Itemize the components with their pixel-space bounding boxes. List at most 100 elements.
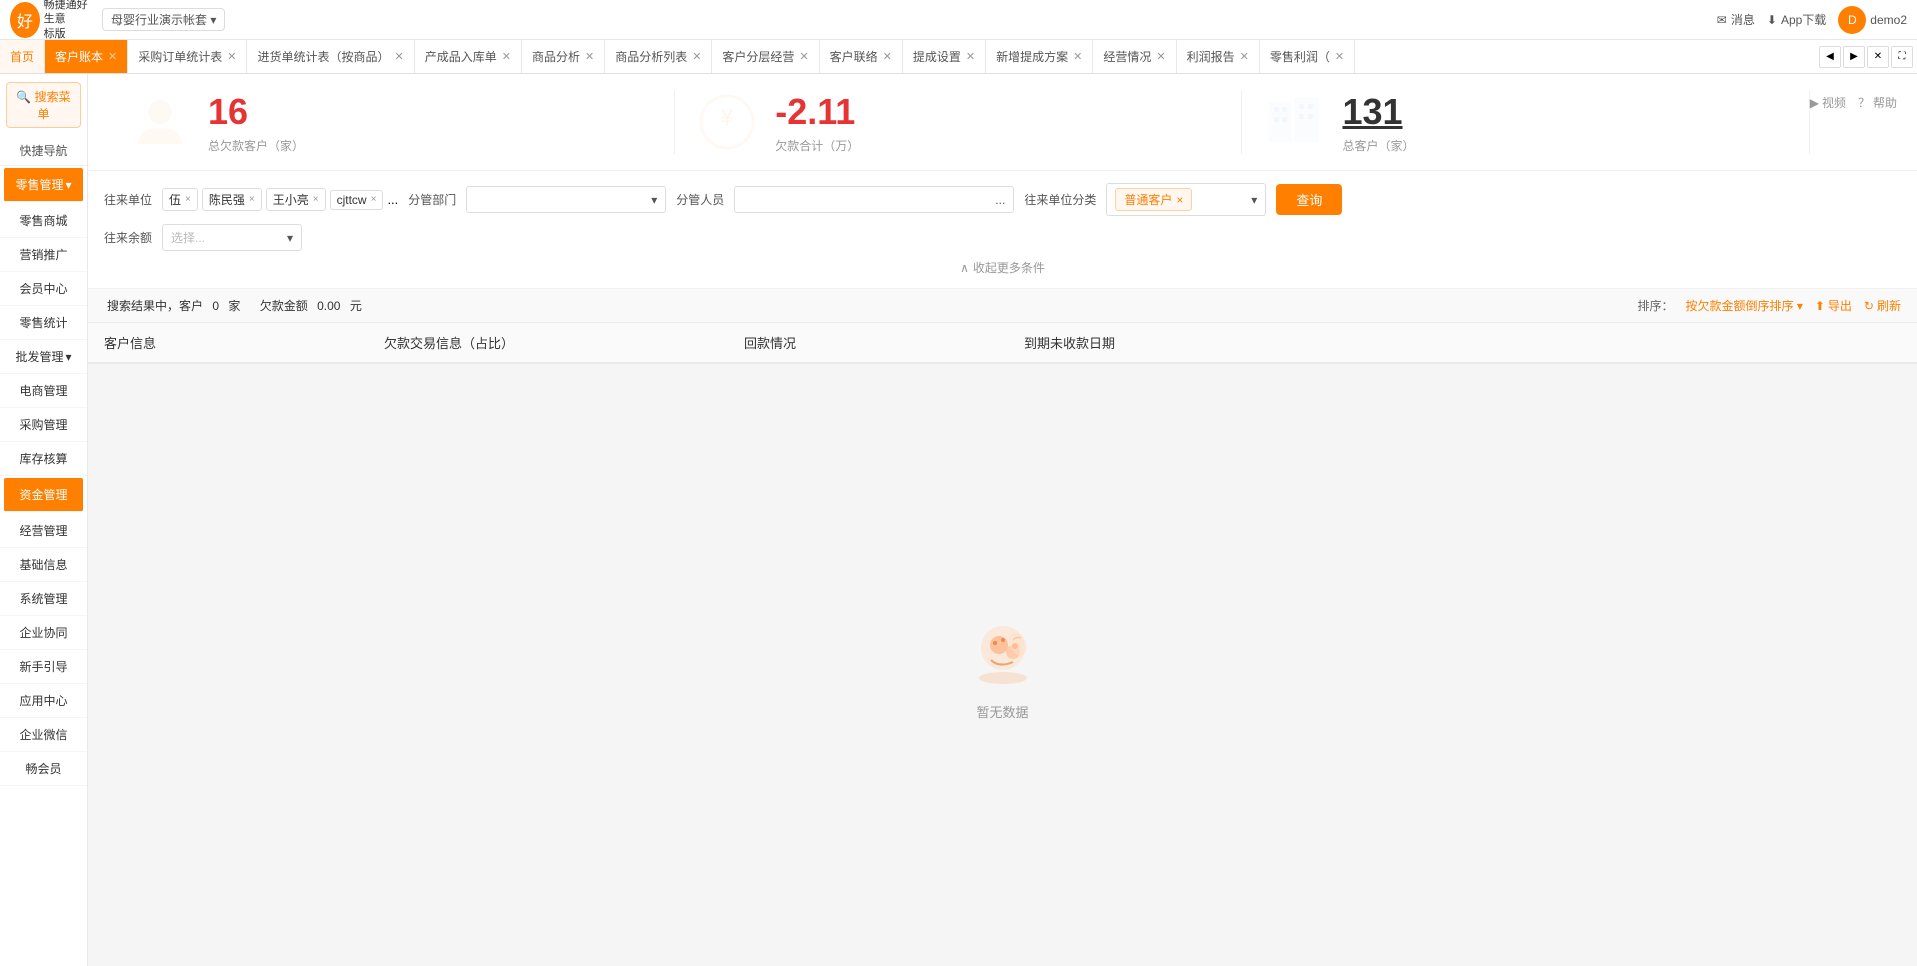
sidebar-item-operations-mgmt[interactable]: 经营管理 [0,514,87,548]
close-tag-cjttcw[interactable]: × [371,194,377,205]
unit-filter-label: 往来单位 [104,191,152,208]
close-tab-operations[interactable]: ✕ [1156,50,1165,63]
tab-customer-layer[interactable]: 客户分层经营 ✕ [712,40,819,74]
close-unit-category[interactable]: × [1176,193,1183,207]
export-btn[interactable]: ⬆ 导出 [1815,297,1852,314]
query-button[interactable]: 查询 [1276,184,1342,215]
sidebar-item-retail[interactable]: 零售管理 ▾ [4,168,83,202]
close-tab-product-entry[interactable]: ✕ [502,50,511,63]
tab-operations[interactable]: 经营情况 ✕ [1093,40,1176,74]
tab-home[interactable]: 首页 [0,40,45,74]
dept-filter-select[interactable]: ▾ [466,186,666,213]
tab-profit-report[interactable]: 利润报告 ✕ [1177,40,1260,74]
top-right-area: ✉ 消息 ⬇ App下载 D demo2 [1717,6,1907,34]
tab-customer-contact[interactable]: 客户联络 ✕ [820,40,903,74]
nav-prev-btn[interactable]: ◀ [1819,46,1841,68]
help-btn[interactable]: ？ 帮助 [1858,94,1897,111]
close-tab-purchase-order[interactable]: ✕ [227,50,236,63]
tab-product-entry[interactable]: 产成品入库单 ✕ [415,40,522,74]
sidebar-item-inventory[interactable]: 库存核算 [0,442,87,476]
close-tag-wang[interactable]: × [313,194,319,205]
nav-tabs-end: ◀ ▶ ✕ ⛶ [1819,46,1917,68]
refresh-btn[interactable]: ↻ 刷新 [1864,297,1901,314]
tab-accounts[interactable]: 客户账本 ✕ [45,40,128,74]
filter-section: 往来单位 伍 × 陈民强 × 王小亮 × cjttcw [88,171,1917,289]
nav-close-all-btn[interactable]: ✕ [1867,46,1889,68]
tab-product-analysis-list[interactable]: 商品分析列表 ✕ [605,40,712,74]
col-header-due-date: 到期未收款日期 [1024,333,1901,352]
sidebar-item-ecommerce[interactable]: 电商管理 [0,374,87,408]
tab-new-promotion[interactable]: 新增提成方案 ✕ [986,40,1093,74]
ellipsis-icon: ... [995,193,1005,207]
nav-fullscreen-btn[interactable]: ⛶ [1891,46,1913,68]
unit-category-label: 往来单位分类 [1024,191,1096,208]
stat-value-debt: -2.11 [775,91,859,133]
chevron-down-icon-dept: ▾ [651,193,657,207]
remainder-filter-select[interactable]: 选择... ▾ [162,224,302,251]
sidebar-item-members[interactable]: 会员中心 [0,272,87,306]
download-icon: ⬇ [1767,13,1777,27]
sidebar: 🔍 搜索菜单 快捷导航 零售管理 ▾ 零售商城 营销推广 会员中心 零售统计 批… [0,74,88,966]
tags-more-btn[interactable]: ... [387,192,398,207]
filter-tag-wu: 伍 × [162,188,198,211]
tab-purchase-stat[interactable]: 进货单统计表（按商品） ✕ [247,40,414,74]
user-menu[interactable]: D demo2 [1838,6,1907,34]
search-result-text: 搜索结果中，客户 0 家 欠款金额 0.00 元 [104,297,365,314]
sidebar-item-basic-info[interactable]: 基础信息 [0,548,87,582]
sidebar-item-app-center[interactable]: 应用中心 [0,684,87,718]
collapse-filter-btn[interactable]: ∧ 收起更多条件 [960,259,1045,276]
stat-card-units: 131 总客户（家） [1242,90,1809,154]
close-tag-wu[interactable]: × [185,194,191,205]
nav-next-btn[interactable]: ▶ [1843,46,1865,68]
sidebar-item-marketing[interactable]: 营销推广 [0,238,87,272]
video-help-btn[interactable]: ▶ 视频 [1810,94,1846,111]
nav-tabs-bar: 首页 客户账本 ✕ 采购订单统计表 ✕ 进货单统计表（按商品） ✕ 产成品入库单… [0,40,1917,74]
person-filter-select[interactable]: ... [734,186,1014,213]
search-result-row: 搜索结果中，客户 0 家 欠款金额 0.00 元 排序： 按欠款金额倒序排序 ▾… [88,289,1917,323]
sidebar-item-retail-stats[interactable]: 零售统计 [0,306,87,340]
sidebar-item-enterprise-wechat[interactable]: 企业微信 [0,718,87,752]
logo-area: 好 畅捷通好生意 标版 [10,0,98,41]
unit-category-select[interactable]: 普通客户 × ▾ [1106,183,1266,216]
sidebar-item-retail-shop[interactable]: 零售商城 [0,204,87,238]
close-tab-retail-profit[interactable]: ✕ [1335,50,1344,63]
export-icon: ⬆ [1815,299,1825,313]
search-icon: 🔍 [16,90,31,104]
sidebar-item-system[interactable]: 系统管理 [0,582,87,616]
close-tab-customer-layer[interactable]: ✕ [799,50,808,63]
tab-product-analysis[interactable]: 商品分析 ✕ [522,40,605,74]
close-tag-chen[interactable]: × [249,194,255,205]
close-tab-new-promotion[interactable]: ✕ [1073,50,1082,63]
sort-select[interactable]: 按欠款金额倒序排序 ▾ [1685,297,1802,314]
chevron-down-icon-remainder: ▾ [287,231,293,245]
close-tab-product-analysis[interactable]: ✕ [585,50,594,63]
sidebar-item-vip[interactable]: 畅会员 [0,752,87,786]
unit-category-tag: 普通客户 × [1115,188,1192,211]
close-tab-purchase-stat[interactable]: ✕ [395,50,404,63]
suite-dropdown[interactable]: 母婴行业演示帐套 ▾ [102,8,225,31]
close-tab-product-analysis-list[interactable]: ✕ [692,50,701,63]
close-tab-accounts[interactable]: ✕ [108,50,117,63]
close-tab-profit-report[interactable]: ✕ [1240,50,1249,63]
sidebar-item-new-guide[interactable]: 新手引导 [0,650,87,684]
app-download-btn[interactable]: ⬇ App下载 [1767,11,1826,28]
sidebar-item-finance[interactable]: 资金管理 [4,478,83,512]
sidebar-item-wholesale[interactable]: 批发管理 ▾ [0,340,87,374]
tab-promotion-settings[interactable]: 提成设置 ✕ [903,40,986,74]
sidebar-quick-nav[interactable]: 快捷导航 [0,136,87,166]
sidebar-item-purchase[interactable]: 采购管理 [0,408,87,442]
filter-row-1: 往来单位 伍 × 陈民强 × 王小亮 × cjttcw [104,183,1901,216]
stat-label-units: 总客户（家） [1342,137,1414,154]
tab-purchase-order[interactable]: 采购订单统计表 ✕ [128,40,247,74]
filter-tag-chen: 陈民强 × [202,188,262,211]
close-tab-promotion-settings[interactable]: ✕ [966,50,975,63]
close-tab-customer-contact[interactable]: ✕ [883,50,892,63]
stat-label-debt: 欠款合计（万） [775,137,859,154]
stat-label-customers: 总欠款客户（家） [208,137,304,154]
search-menu-btn[interactable]: 🔍 搜索菜单 [6,82,81,128]
unit-filter-tags: 伍 × 陈民强 × 王小亮 × cjttcw × ... [162,188,398,211]
tab-retail-profit[interactable]: 零售利润（ ✕ [1260,40,1355,74]
sidebar-item-enterprise-collab[interactable]: 企业协同 [0,616,87,650]
messages-btn[interactable]: ✉ 消息 [1717,11,1755,28]
col-header-debt-info: 欠款交易信息（占比） [384,333,744,352]
